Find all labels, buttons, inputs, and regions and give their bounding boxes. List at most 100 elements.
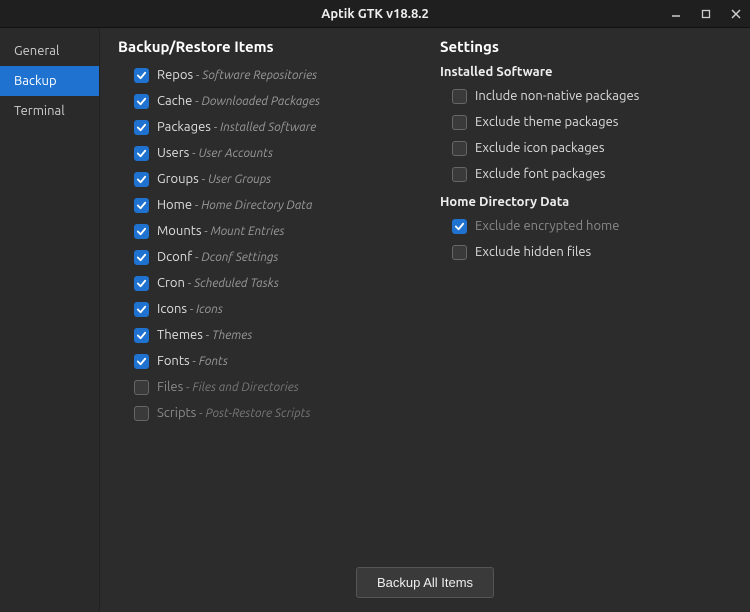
checkbox[interactable] — [452, 141, 467, 156]
separator: - — [185, 277, 194, 290]
checkbox[interactable] — [134, 302, 149, 317]
backup-item-text: Cron - Scheduled Tasks — [157, 273, 279, 293]
backup-row-packages[interactable]: Packages - Installed Software — [134, 117, 410, 137]
installed-software-list: Include non-native packages Exclude theme… — [440, 87, 732, 183]
backup-item-desc: Fonts — [199, 355, 228, 368]
backup-item-desc: Files and Directories — [192, 381, 298, 394]
window-controls — [668, 0, 744, 27]
backup-item-desc: User Accounts — [198, 147, 273, 160]
backup-row-users[interactable]: Users - User Accounts — [134, 143, 410, 163]
checkbox[interactable] — [134, 250, 149, 265]
backup-item-text: Fonts - Fonts — [157, 351, 228, 371]
separator: - — [211, 121, 220, 134]
separator: - — [202, 225, 211, 238]
checkbox[interactable] — [134, 276, 149, 291]
home-directory-title: Home Directory Data — [440, 195, 732, 209]
checkbox[interactable] — [134, 146, 149, 161]
checkbox[interactable] — [452, 245, 467, 260]
titlebar: Aptik GTK v18.8.2 — [0, 0, 750, 28]
setting-row-exclude-font-packages[interactable]: Exclude font packages — [452, 165, 732, 183]
footer: Backup All Items — [118, 555, 732, 612]
backup-item-label: Repos — [157, 68, 193, 82]
separator: - — [190, 355, 199, 368]
backup-item-label: Themes — [157, 328, 203, 342]
setting-label: Exclude hidden files — [475, 243, 591, 261]
sidebar: GeneralBackupTerminal — [0, 28, 100, 612]
checkbox[interactable] — [134, 380, 149, 395]
window-title: Aptik GTK v18.8.2 — [321, 7, 429, 21]
backup-item-text: Themes - Themes — [157, 325, 252, 345]
separator: - — [203, 329, 212, 342]
settings-column: Settings Installed Software Include non-… — [440, 38, 732, 555]
backup-item-desc: Software Repositories — [202, 69, 317, 82]
checkbox[interactable] — [452, 89, 467, 104]
checkbox[interactable] — [134, 224, 149, 239]
backup-item-desc: Themes — [212, 329, 252, 342]
backup-item-text: Repos - Software Repositories — [157, 65, 317, 85]
backup-item-label: Home — [157, 198, 192, 212]
separator: - — [192, 199, 201, 212]
backup-row-files[interactable]: Files - Files and Directories — [134, 377, 410, 397]
backup-item-desc: Post-Restore Scripts — [205, 407, 310, 420]
setting-row-exclude-icon-packages[interactable]: Exclude icon packages — [452, 139, 732, 157]
backup-row-themes[interactable]: Themes - Themes — [134, 325, 410, 345]
installed-software-title: Installed Software — [440, 65, 732, 79]
backup-item-label: Fonts — [157, 354, 190, 368]
main-panel: Backup/Restore Items Repos - Software Re… — [100, 28, 750, 612]
backup-item-label: Dconf — [157, 250, 192, 264]
backup-row-cron[interactable]: Cron - Scheduled Tasks — [134, 273, 410, 293]
backup-row-icons[interactable]: Icons - Icons — [134, 299, 410, 319]
backup-row-repos[interactable]: Repos - Software Repositories — [134, 65, 410, 85]
backup-row-cache[interactable]: Cache - Downloaded Packages — [134, 91, 410, 111]
checkbox[interactable] — [134, 354, 149, 369]
backup-all-button[interactable]: Backup All Items — [356, 567, 494, 598]
backup-item-text: Home - Home Directory Data — [157, 195, 312, 215]
backup-item-label: Files — [157, 380, 183, 394]
backup-item-desc: Home Directory Data — [201, 199, 312, 212]
checkbox[interactable] — [452, 115, 467, 130]
backup-title: Backup/Restore Items — [118, 38, 410, 55]
checkbox[interactable] — [134, 172, 149, 187]
checkbox[interactable] — [134, 406, 149, 421]
backup-item-label: Scripts — [157, 406, 196, 420]
backup-item-label: Cron — [157, 276, 185, 290]
close-icon[interactable] — [728, 6, 744, 22]
installed-software-block: Installed Software Include non-native pa… — [440, 65, 732, 183]
setting-row-exclude-hidden-files[interactable]: Exclude hidden files — [452, 243, 732, 261]
separator: - — [187, 303, 196, 316]
setting-label: Exclude font packages — [475, 165, 605, 183]
checkbox[interactable] — [134, 68, 149, 83]
maximize-icon[interactable] — [698, 6, 714, 22]
sidebar-item-terminal[interactable]: Terminal — [0, 96, 99, 126]
backup-row-groups[interactable]: Groups - User Groups — [134, 169, 410, 189]
backup-item-label: Users — [157, 146, 189, 160]
backup-row-fonts[interactable]: Fonts - Fonts — [134, 351, 410, 371]
checkbox[interactable] — [134, 94, 149, 109]
backup-item-desc: Installed Software — [220, 121, 316, 134]
backup-row-mounts[interactable]: Mounts - Mount Entries — [134, 221, 410, 241]
checkbox[interactable] — [134, 120, 149, 135]
setting-label: Exclude icon packages — [475, 139, 605, 157]
checkbox[interactable] — [134, 328, 149, 343]
setting-row-include-non-native-packages[interactable]: Include non-native packages — [452, 87, 732, 105]
backup-item-list: Repos - Software Repositories Cache - Dow… — [118, 65, 410, 423]
backup-row-home[interactable]: Home - Home Directory Data — [134, 195, 410, 215]
setting-row-exclude-theme-packages[interactable]: Exclude theme packages — [452, 113, 732, 131]
settings-title: Settings — [440, 38, 732, 55]
backup-item-desc: Icons — [196, 303, 223, 316]
backup-row-scripts[interactable]: Scripts - Post-Restore Scripts — [134, 403, 410, 423]
backup-item-desc: Mount Entries — [211, 225, 285, 238]
backup-item-desc: Scheduled Tasks — [194, 277, 279, 290]
minimize-icon[interactable] — [668, 6, 684, 22]
separator: - — [193, 69, 202, 82]
backup-item-text: Users - User Accounts — [157, 143, 273, 163]
backup-column: Backup/Restore Items Repos - Software Re… — [118, 38, 410, 555]
setting-label: Exclude theme packages — [475, 113, 618, 131]
backup-row-dconf[interactable]: Dconf - Dconf Settings — [134, 247, 410, 267]
sidebar-item-general[interactable]: General — [0, 36, 99, 66]
sidebar-item-backup[interactable]: Backup — [0, 66, 99, 96]
checkbox[interactable] — [134, 198, 149, 213]
backup-item-label: Cache — [157, 94, 192, 108]
checkbox[interactable] — [452, 167, 467, 182]
backup-item-text: Files - Files and Directories — [157, 377, 299, 397]
